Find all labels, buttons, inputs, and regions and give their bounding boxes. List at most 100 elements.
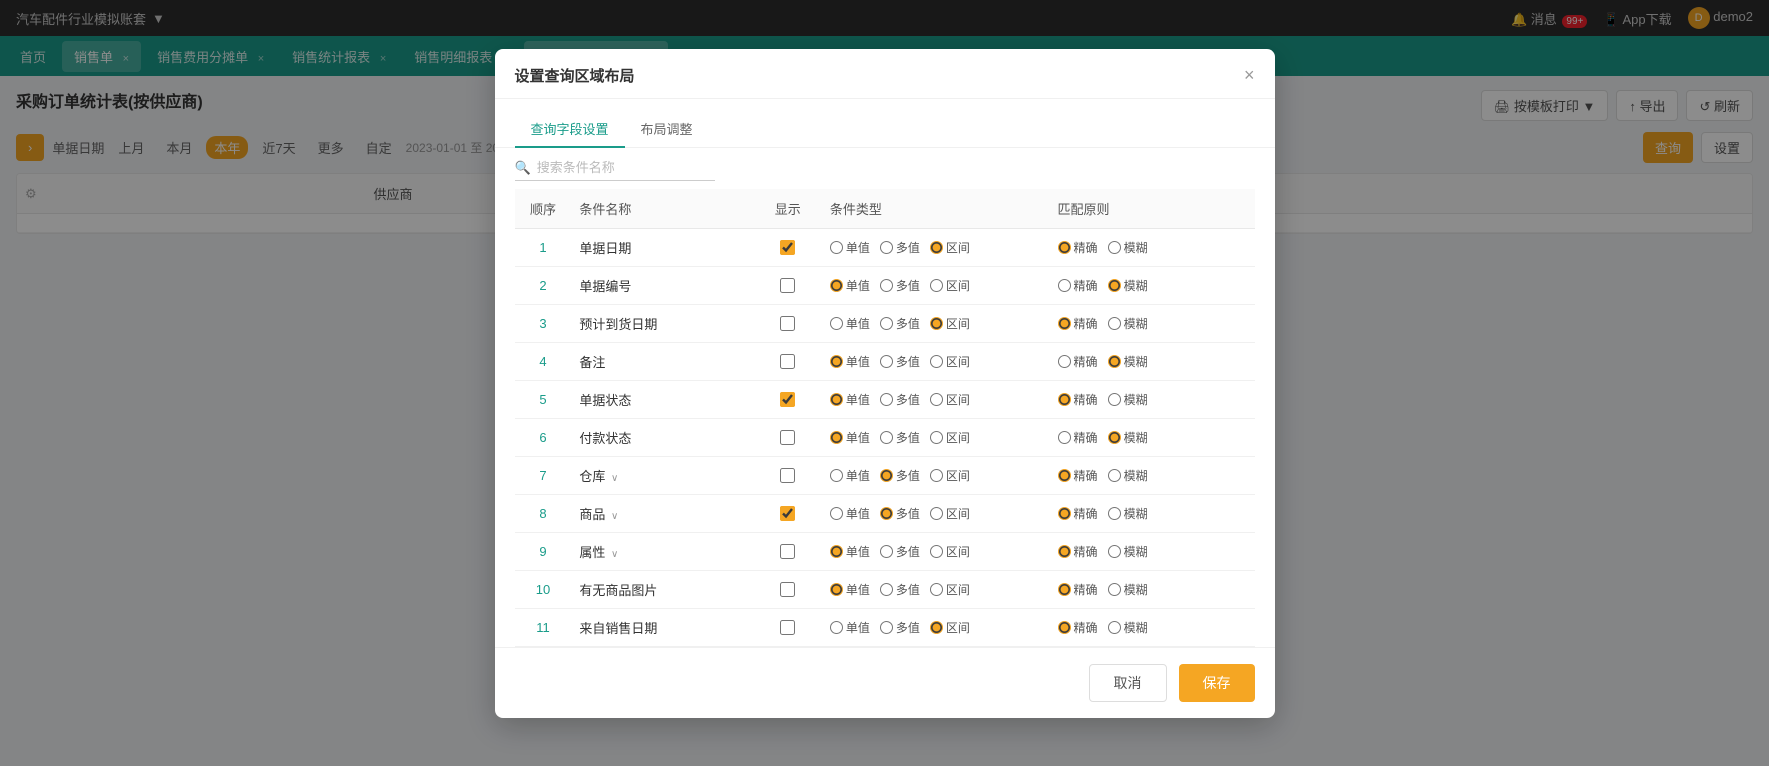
save-button[interactable]: 保存 bbox=[1179, 664, 1255, 702]
type-option-区间[interactable]: 区间 bbox=[930, 239, 970, 256]
type-option-单值[interactable]: 单值 bbox=[830, 505, 870, 522]
condition-row: 9 属性 ∨ 单值多值区间 精确模糊 bbox=[515, 532, 1255, 570]
expand-icon[interactable]: ∨ bbox=[611, 549, 618, 560]
match-option-模糊[interactable]: 模糊 bbox=[1108, 239, 1148, 256]
condition-name: 单据编号 bbox=[579, 279, 631, 294]
display-checkbox[interactable] bbox=[780, 240, 795, 255]
match-option-模糊[interactable]: 模糊 bbox=[1108, 505, 1148, 522]
modal-overlay[interactable]: 设置查询区域布局 × 查询字段设置 布局调整 🔍 顺序 bbox=[0, 0, 1769, 766]
type-option-单值[interactable]: 单值 bbox=[830, 277, 870, 294]
type-option-区间[interactable]: 区间 bbox=[930, 429, 970, 446]
match-option-label: 模糊 bbox=[1124, 315, 1148, 332]
match-radio-group: 精确模糊 bbox=[1058, 543, 1247, 560]
condition-row: 5单据状态单值多值区间精确模糊 bbox=[515, 380, 1255, 418]
type-option-多值[interactable]: 多值 bbox=[880, 467, 920, 484]
match-option-label: 精确 bbox=[1074, 277, 1098, 294]
type-option-单值[interactable]: 单值 bbox=[830, 391, 870, 408]
display-checkbox[interactable] bbox=[780, 354, 795, 369]
display-checkbox[interactable] bbox=[780, 468, 795, 483]
type-option-区间[interactable]: 区间 bbox=[930, 543, 970, 560]
type-option-多值[interactable]: 多值 bbox=[880, 505, 920, 522]
display-checkbox[interactable] bbox=[780, 316, 795, 331]
type-option-区间[interactable]: 区间 bbox=[930, 277, 970, 294]
cancel-button[interactable]: 取消 bbox=[1089, 664, 1167, 702]
match-option-精确[interactable]: 精确 bbox=[1058, 429, 1098, 446]
match-option-label: 精确 bbox=[1074, 619, 1098, 636]
type-option-单值[interactable]: 单值 bbox=[830, 315, 870, 332]
match-option-精确[interactable]: 精确 bbox=[1058, 391, 1098, 408]
match-option-模糊[interactable]: 模糊 bbox=[1108, 581, 1148, 598]
display-checkbox[interactable] bbox=[780, 544, 795, 559]
type-option-区间[interactable]: 区间 bbox=[930, 315, 970, 332]
display-checkbox[interactable] bbox=[780, 506, 795, 521]
match-option-精确[interactable]: 精确 bbox=[1058, 315, 1098, 332]
type-option-区间[interactable]: 区间 bbox=[930, 619, 970, 636]
display-checkbox[interactable] bbox=[780, 392, 795, 407]
type-option-label: 区间 bbox=[946, 277, 970, 294]
search-input[interactable] bbox=[537, 160, 715, 175]
match-option-模糊[interactable]: 模糊 bbox=[1108, 619, 1148, 636]
match-option-精确[interactable]: 精确 bbox=[1058, 581, 1098, 598]
match-option-精确[interactable]: 精确 bbox=[1058, 619, 1098, 636]
match-option-label: 精确 bbox=[1074, 543, 1098, 560]
type-option-单值[interactable]: 单值 bbox=[830, 467, 870, 484]
match-option-模糊[interactable]: 模糊 bbox=[1108, 315, 1148, 332]
type-option-多值[interactable]: 多值 bbox=[880, 315, 920, 332]
display-checkbox[interactable] bbox=[780, 620, 795, 635]
type-option-单值[interactable]: 单值 bbox=[830, 429, 870, 446]
type-option-单值[interactable]: 单值 bbox=[830, 239, 870, 256]
match-option-模糊[interactable]: 模糊 bbox=[1108, 277, 1148, 294]
match-option-模糊[interactable]: 模糊 bbox=[1108, 429, 1148, 446]
type-option-多值[interactable]: 多值 bbox=[880, 277, 920, 294]
type-option-label: 多值 bbox=[896, 277, 920, 294]
type-option-单值[interactable]: 单值 bbox=[830, 581, 870, 598]
match-option-精确[interactable]: 精确 bbox=[1058, 543, 1098, 560]
row-order: 9 bbox=[539, 544, 546, 559]
condition-name: 来自销售日期 bbox=[579, 621, 657, 636]
match-option-精确[interactable]: 精确 bbox=[1058, 505, 1098, 522]
match-option-精确[interactable]: 精确 bbox=[1058, 353, 1098, 370]
display-checkbox[interactable] bbox=[780, 430, 795, 445]
type-option-多值[interactable]: 多值 bbox=[880, 239, 920, 256]
match-radio-group: 精确模糊 bbox=[1058, 277, 1247, 294]
type-option-单值[interactable]: 单值 bbox=[830, 353, 870, 370]
match-option-精确[interactable]: 精确 bbox=[1058, 277, 1098, 294]
expand-icon[interactable]: ∨ bbox=[611, 473, 618, 484]
match-option-模糊[interactable]: 模糊 bbox=[1108, 391, 1148, 408]
type-option-区间[interactable]: 区间 bbox=[930, 391, 970, 408]
type-radio-group: 单值 多值 区间 bbox=[830, 277, 1042, 294]
type-option-多值[interactable]: 多值 bbox=[880, 429, 920, 446]
expand-icon[interactable]: ∨ bbox=[611, 511, 618, 522]
type-option-多值[interactable]: 多值 bbox=[880, 543, 920, 560]
type-option-单值[interactable]: 单值 bbox=[830, 619, 870, 636]
row-order: 8 bbox=[539, 506, 546, 521]
type-option-多值[interactable]: 多值 bbox=[880, 391, 920, 408]
type-option-label: 区间 bbox=[946, 505, 970, 522]
type-option-区间[interactable]: 区间 bbox=[930, 505, 970, 522]
type-option-区间[interactable]: 区间 bbox=[930, 467, 970, 484]
th-name: 条件名称 bbox=[571, 189, 753, 229]
type-option-区间[interactable]: 区间 bbox=[930, 353, 970, 370]
condition-row: 7仓库 ∨单值多值区间精确模糊 bbox=[515, 456, 1255, 494]
display-checkbox[interactable] bbox=[780, 582, 795, 597]
match-option-模糊[interactable]: 模糊 bbox=[1108, 467, 1148, 484]
match-option-模糊[interactable]: 模糊 bbox=[1108, 543, 1148, 560]
type-option-单值[interactable]: 单值 bbox=[830, 543, 870, 560]
type-option-区间[interactable]: 区间 bbox=[930, 581, 970, 598]
type-option-label: 多值 bbox=[896, 391, 920, 408]
condition-name: 有无商品图片 bbox=[579, 583, 657, 598]
match-option-精确[interactable]: 精确 bbox=[1058, 467, 1098, 484]
type-option-多值[interactable]: 多值 bbox=[880, 581, 920, 598]
dialog: 设置查询区域布局 × 查询字段设置 布局调整 🔍 顺序 bbox=[495, 49, 1275, 718]
type-option-多值[interactable]: 多值 bbox=[880, 619, 920, 636]
type-option-多值[interactable]: 多值 bbox=[880, 353, 920, 370]
dialog-close-button[interactable]: × bbox=[1244, 66, 1255, 84]
row-order: 11 bbox=[536, 620, 550, 635]
row-order: 7 bbox=[539, 468, 546, 483]
match-option-模糊[interactable]: 模糊 bbox=[1108, 353, 1148, 370]
tab-query-fields[interactable]: 查询字段设置 bbox=[515, 111, 625, 148]
display-checkbox[interactable] bbox=[780, 278, 795, 293]
condition-name: 属性 ∨ bbox=[579, 545, 618, 560]
match-option-精确[interactable]: 精确 bbox=[1058, 239, 1098, 256]
tab-layout[interactable]: 布局调整 bbox=[625, 111, 709, 148]
